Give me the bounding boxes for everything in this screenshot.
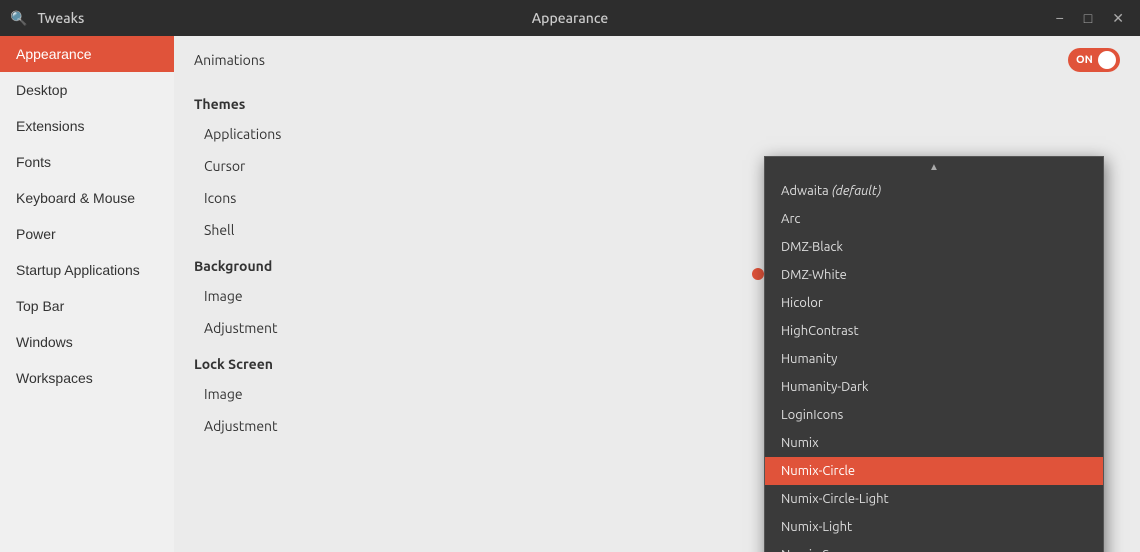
- theme-dropdown[interactable]: ▲ Adwaita (default)ArcDMZ-BlackDMZ-White…: [764, 156, 1104, 552]
- dropdown-item-numix[interactable]: Numix: [765, 429, 1103, 457]
- dropdown-item-hicolor[interactable]: Hicolor: [765, 289, 1103, 317]
- app-name: Tweaks: [37, 10, 84, 26]
- dropdown-item-dmz-black[interactable]: DMZ-Black: [765, 233, 1103, 261]
- dropdown-item-numix-light[interactable]: Numix-Light: [765, 513, 1103, 541]
- window-controls: − □ ✕: [1050, 9, 1130, 27]
- search-icon[interactable]: 🔍: [10, 10, 27, 27]
- animations-toggle[interactable]: ON: [1068, 48, 1120, 72]
- title-bar-left: 🔍 Tweaks: [10, 10, 84, 27]
- sidebar: Appearance Desktop Extensions Fonts Keyb…: [0, 36, 174, 552]
- animations-label: Animations: [194, 52, 265, 68]
- content-area: Animations ON Themes Applications Cursor…: [174, 36, 1140, 552]
- dropdown-scroll-up[interactable]: ▲: [765, 157, 1103, 177]
- error-indicator: [752, 268, 764, 280]
- sidebar-item-extensions[interactable]: Extensions: [0, 108, 174, 144]
- sidebar-item-fonts[interactable]: Fonts: [0, 144, 174, 180]
- maximize-button[interactable]: □: [1078, 9, 1098, 27]
- toggle-knob: [1098, 51, 1116, 69]
- close-button[interactable]: ✕: [1106, 9, 1130, 27]
- dropdown-item-adwaita[interactable]: Adwaita (default): [765, 177, 1103, 205]
- dropdown-item-loginicons[interactable]: LoginIcons: [765, 401, 1103, 429]
- sidebar-item-windows[interactable]: Windows: [0, 324, 174, 360]
- main-layout: Appearance Desktop Extensions Fonts Keyb…: [0, 36, 1140, 552]
- title-bar: 🔍 Tweaks Appearance − □ ✕: [0, 0, 1140, 36]
- themes-section-header: Themes: [174, 84, 1140, 118]
- dropdown-item-arc[interactable]: Arc: [765, 205, 1103, 233]
- animations-row: Animations ON: [174, 36, 1140, 84]
- sidebar-item-power[interactable]: Power: [0, 216, 174, 252]
- dropdown-item-highcontrast[interactable]: HighContrast: [765, 317, 1103, 345]
- sidebar-item-workspaces[interactable]: Workspaces: [0, 360, 174, 396]
- content-item-applications[interactable]: Applications: [174, 118, 1140, 150]
- dropdown-item-humanity-dark[interactable]: Humanity-Dark: [765, 373, 1103, 401]
- sidebar-item-top-bar[interactable]: Top Bar: [0, 288, 174, 324]
- minimize-button[interactable]: −: [1050, 9, 1070, 27]
- dropdown-item-numix-circle-light[interactable]: Numix-Circle-Light: [765, 485, 1103, 513]
- dropdown-item-humanity[interactable]: Humanity: [765, 345, 1103, 373]
- toggle-on-label: ON: [1076, 54, 1093, 66]
- sidebar-item-desktop[interactable]: Desktop: [0, 72, 174, 108]
- window-title: Appearance: [532, 10, 609, 26]
- dropdown-item-dmz-white[interactable]: DMZ-White: [765, 261, 1103, 289]
- sidebar-item-appearance[interactable]: Appearance: [0, 36, 174, 72]
- sidebar-item-keyboard-mouse[interactable]: Keyboard & Mouse: [0, 180, 174, 216]
- dropdown-item-numix-square[interactable]: Numix-Square: [765, 541, 1103, 552]
- dropdown-list: Adwaita (default)ArcDMZ-BlackDMZ-WhiteHi…: [765, 177, 1103, 552]
- sidebar-item-startup-applications[interactable]: Startup Applications: [0, 252, 174, 288]
- dropdown-item-numix-circle[interactable]: Numix-Circle: [765, 457, 1103, 485]
